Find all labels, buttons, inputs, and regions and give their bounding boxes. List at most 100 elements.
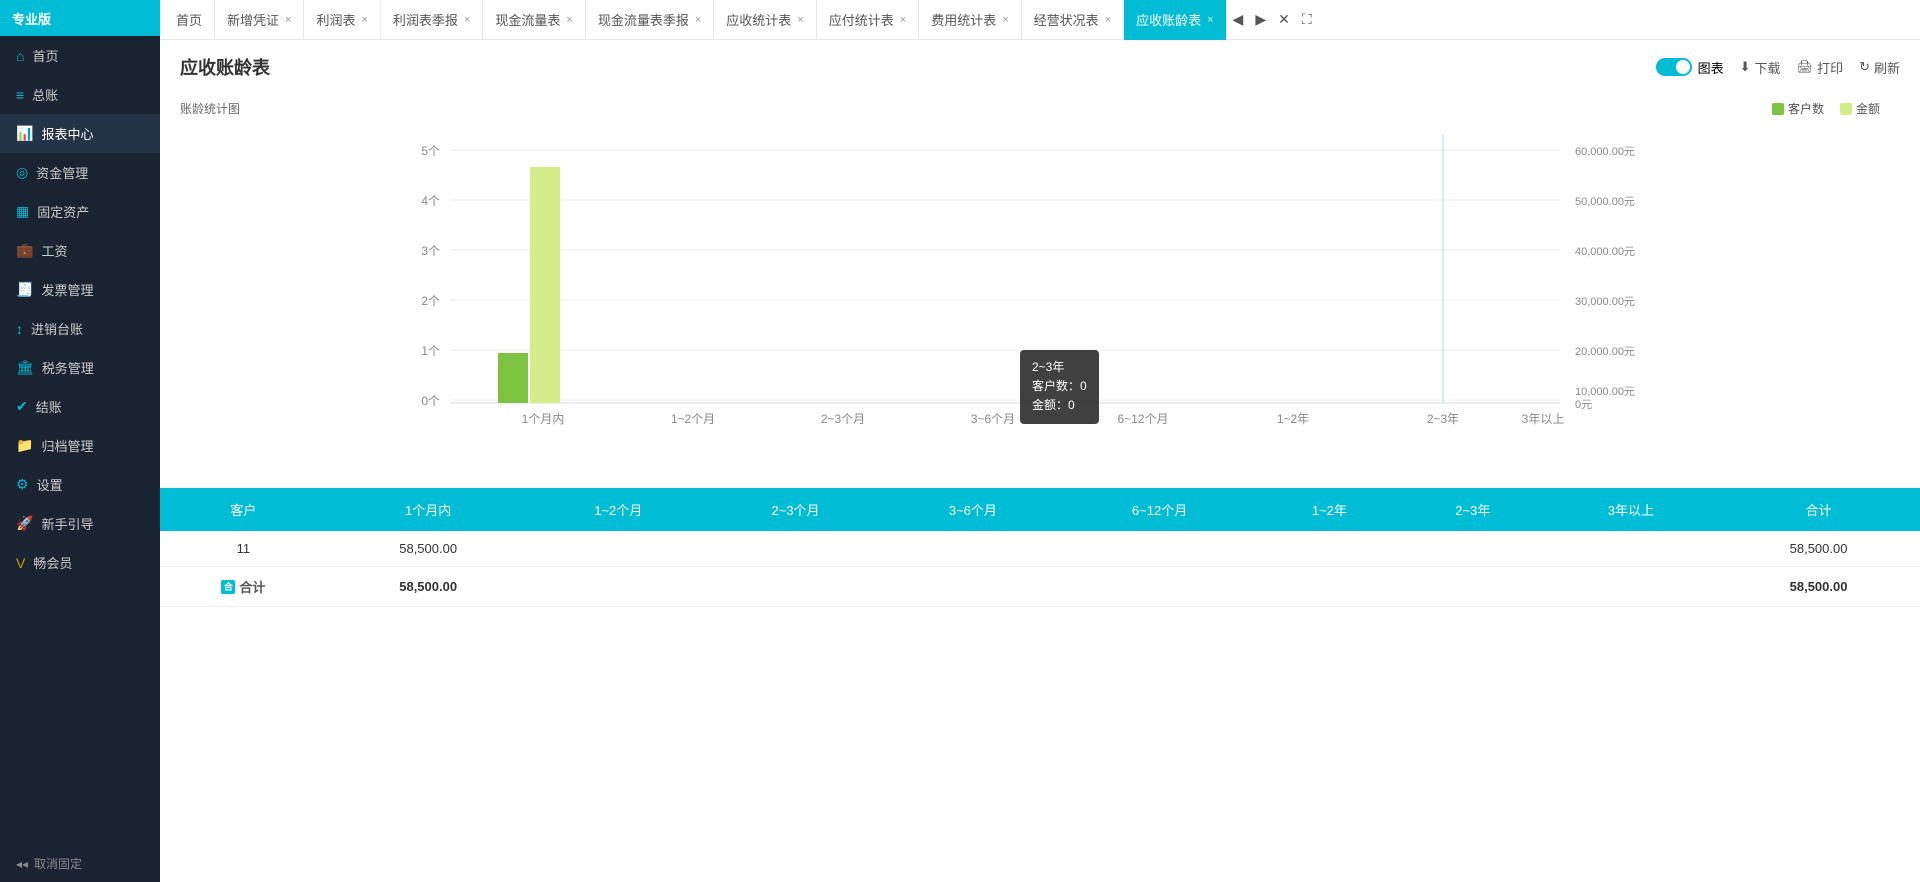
refresh-button[interactable]: ↻ 刷新 [1859,58,1900,77]
cell-1m: 58,500.00 [327,531,530,567]
sidebar-item-inventory[interactable]: ↕ 进销台账 [0,309,160,348]
tab-cashflow-quarter[interactable]: 现金流量表季报 × [586,0,714,40]
tab-operation-stat-close[interactable]: × [1105,14,1111,26]
tab-cashflow-quarter-close[interactable]: × [695,14,701,26]
download-button[interactable]: ⬇ 下载 [1740,58,1781,77]
total-2-3y [1401,567,1544,607]
tab-receivable-stat-close[interactable]: × [797,14,803,26]
sidebar-item-tax[interactable]: 🏛 税务管理 [0,348,160,387]
tab-home[interactable]: 首页 [164,0,215,40]
sidebar-item-label: 进销台账 [31,319,83,338]
tab-profit[interactable]: 利润表 × [304,0,380,40]
tab-payable-stat[interactable]: 应付统计表 × [817,0,919,40]
total-text: 合计 [239,577,265,596]
tab-cashflow-close[interactable]: × [566,14,572,26]
ledger-icon: ≡ [16,87,24,103]
tab-nav-left[interactable]: ◀ [1227,0,1250,40]
tab-maximize[interactable]: ⛶ [1296,0,1318,40]
sidebar-item-ledger[interactable]: ≡ 总账 [0,75,160,114]
sidebar-item-reports[interactable]: 📊 报表中心 [0,114,160,153]
th-3-6m: 3~6个月 [884,488,1061,531]
sidebar-item-assets[interactable]: ▦ 固定资产 [0,192,160,231]
tab-operation-stat[interactable]: 经营状况表 × [1022,0,1124,40]
sidebar-item-member[interactable]: V 畅会员 [0,543,160,582]
total-3-6m [884,567,1061,607]
tab-receivable-stat[interactable]: 应收统计表 × [714,0,816,40]
legend-amount: 金额 [1840,100,1880,117]
svg-text:60,000.00元: 60,000.00元 [1575,146,1635,158]
th-1m: 1个月内 [327,488,530,531]
sidebar-item-invoice[interactable]: 🧾 发票管理 [0,270,160,309]
print-button[interactable]: 🖨 打印 [1797,58,1844,77]
svg-text:40,000.00元: 40,000.00元 [1575,246,1635,258]
cell-1-2y [1258,531,1401,567]
tab-close-all[interactable]: ✕ [1272,0,1296,40]
sidebar-item-close[interactable]: ✔ 结账 [0,387,160,426]
refresh-icon: ↻ [1859,59,1870,75]
tab-operation-stat-label: 经营状况表 [1034,10,1099,29]
th-2-3m: 2~3个月 [707,488,884,531]
tab-receivable-age[interactable]: 应收账龄表 × [1124,0,1226,40]
tab-profit-close[interactable]: × [361,14,367,26]
settings-icon: ⚙ [16,476,29,493]
tab-expense-stat-label: 费用统计表 [931,10,996,29]
svg-text:1个: 1个 [421,344,440,358]
legend-customer-label: 客户数 [1788,100,1824,117]
svg-text:1~2年: 1~2年 [1277,412,1309,426]
total-2-3m [707,567,884,607]
print-label: 打印 [1817,58,1843,77]
sidebar-item-salary[interactable]: 💼 工资 [0,231,160,270]
cell-customer: 11 [160,531,327,567]
total-over-3y [1545,567,1718,607]
svg-text:2~3个月: 2~3个月 [821,412,865,426]
sidebar-item-label: 设置 [37,475,63,494]
tab-voucher-close[interactable]: × [285,14,291,26]
tab-bar: 首页 新增凭证 × 利润表 × 利润表季报 × 现金流量表 × 现金流量表季报 … [160,0,1920,40]
cell-over-3y [1545,531,1718,567]
tab-profit-quarter-close[interactable]: × [464,14,470,26]
pin-icon: ◂◂ [16,857,28,871]
tab-expense-stat-close[interactable]: × [1002,14,1008,26]
tab-cashflow-quarter-label: 现金流量表季报 [598,10,689,29]
tab-payable-stat-label: 应付统计表 [829,10,894,29]
tab-voucher[interactable]: 新增凭证 × [215,0,304,40]
content-area: 应收账龄表 图表 ⬇ 下载 🖨 打印 ↻ 刷新 [160,40,1920,882]
chart-toggle[interactable] [1656,58,1692,76]
member-icon: V [16,555,25,571]
sidebar-pin-toggle[interactable]: ◂◂ 取消固定 [0,845,160,882]
th-1-2y: 1~2年 [1258,488,1401,531]
tab-receivable-stat-label: 应收统计表 [726,10,791,29]
sidebar-item-label: 结账 [36,397,62,416]
tab-nav-right[interactable]: ▶ [1249,0,1272,40]
svg-text:5个: 5个 [421,144,440,158]
sidebar-item-guide[interactable]: 🚀 新手引导 [0,504,160,543]
sidebar-item-label: 固定资产 [37,202,89,221]
tooltip-label: 2~3年 [1032,358,1087,377]
tab-home-label: 首页 [176,10,202,29]
sidebar-item-label: 归档管理 [41,436,93,455]
sidebar-item-settings[interactable]: ⚙ 设置 [0,465,160,504]
tab-receivable-age-close[interactable]: × [1207,14,1213,26]
sidebar-item-funds[interactable]: ◎ 资金管理 [0,153,160,192]
page-header: 应收账龄表 图表 ⬇ 下载 🖨 打印 ↻ 刷新 [160,40,1920,90]
cell-1-2m [530,531,707,567]
th-over-3y: 3年以上 [1545,488,1718,531]
total-label: 合 合计 [170,577,317,596]
legend-customer: 客户数 [1772,100,1824,117]
sidebar-item-label: 发票管理 [41,280,93,299]
assets-icon: ▦ [16,203,29,220]
tab-payable-stat-close[interactable]: × [900,14,906,26]
tab-cashflow[interactable]: 现金流量表 × [483,0,585,40]
tab-expense-stat[interactable]: 费用统计表 × [919,0,1021,40]
sidebar-item-archive[interactable]: 📁 归档管理 [0,426,160,465]
sidebar-item-home[interactable]: ⌂ 首页 [0,36,160,75]
tab-profit-label: 利润表 [316,10,355,29]
table-header-row: 客户 1个月内 1~2个月 2~3个月 3~6个月 6~12个月 1~2年 2~… [160,488,1920,531]
svg-text:30,000.00元: 30,000.00元 [1575,296,1635,308]
tab-profit-quarter[interactable]: 利润表季报 × [381,0,483,40]
tab-voucher-label: 新增凭证 [227,10,279,29]
invoice-icon: 🧾 [16,281,33,298]
chart-title: 账龄统计图 [180,100,1900,117]
total-label-cell: 合 合计 [160,567,327,607]
sidebar-item-label: 畅会员 [33,553,72,572]
